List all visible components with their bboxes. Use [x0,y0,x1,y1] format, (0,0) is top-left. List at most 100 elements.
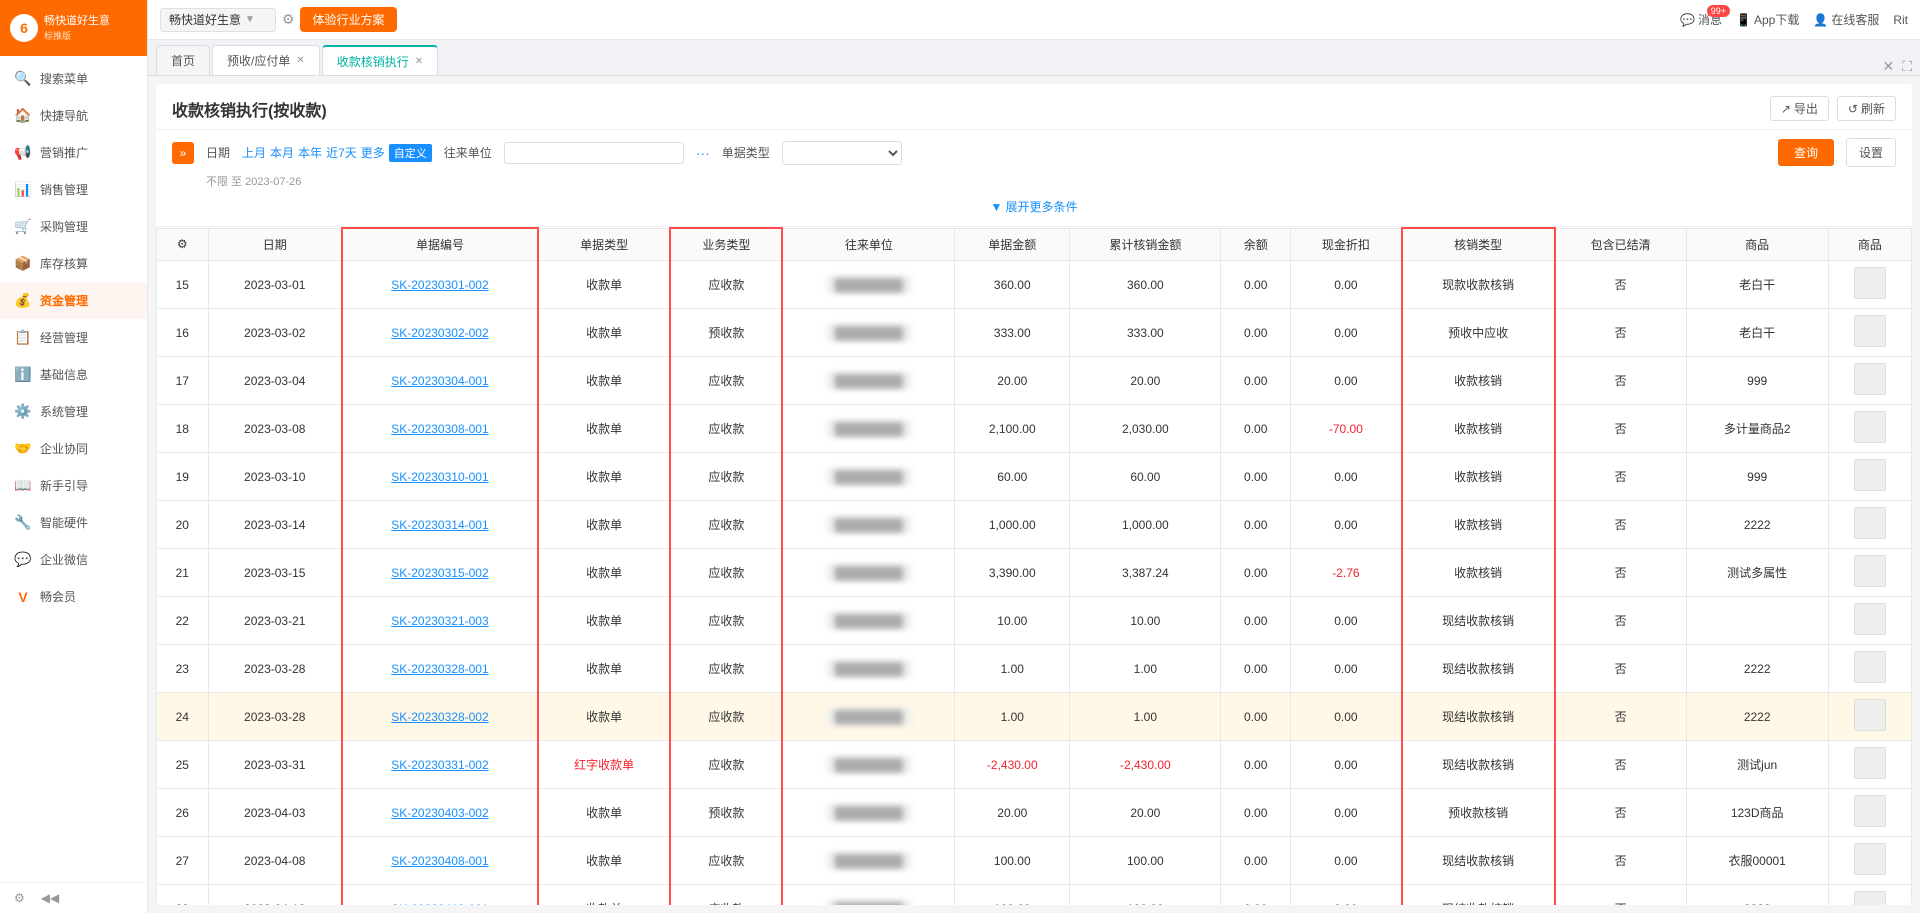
bill-no-link[interactable]: SK-20230302-002 [391,326,488,340]
cell-bill-type: 收款单 [538,597,670,645]
export-button[interactable]: ↗ 导出 [1770,96,1829,121]
filter-date-more[interactable]: 更多 [361,144,385,161]
filter-date-7days[interactable]: 近7天 [326,144,357,161]
filter-toggle-button[interactable]: » [172,142,194,164]
cell-no: 23 [157,645,209,693]
tab-verify[interactable]: 收款核销执行 ✕ [322,45,438,75]
bill-no-link[interactable]: SK-20230314-001 [391,518,488,532]
refresh-button[interactable]: ↺ 刷新 [1837,96,1896,121]
sidebar-item-guide[interactable]: 📖 新手引导 [0,467,147,504]
search-icon: 🔍 [14,70,32,87]
cell-date: 2023-03-21 [208,597,342,645]
sidebar-item-purchase[interactable]: 🛒 采购管理 [0,208,147,245]
settings-button[interactable]: 设置 [1846,138,1896,167]
export-icon: ↗ [1781,102,1791,116]
sidebar-item-basic[interactable]: ℹ️ 基础信息 [0,356,147,393]
bill-no-link[interactable]: SK-20230301-002 [391,278,488,292]
cell-verify-type: 现结收款核销 [1402,645,1555,693]
sidebar-item-hardware[interactable]: 🔧 智能硬件 [0,504,147,541]
topbar-dropdown-icon[interactable]: ▼ [245,14,255,25]
sidebar-item-marketing[interactable]: 📢 营销推广 [0,134,147,171]
tab-verify-close[interactable]: ✕ [415,56,423,67]
sidebar-item-search[interactable]: 🔍 搜索菜单 [0,60,147,97]
bill-no-link[interactable]: SK-20230328-001 [391,662,488,676]
bill-no-link[interactable]: SK-20230403-002 [391,806,488,820]
filter-date-this-month[interactable]: 本月 [270,144,294,161]
bill-no-link[interactable]: SK-20230408-001 [391,854,488,868]
query-button[interactable]: 查询 [1778,139,1834,166]
filter-partner-dots[interactable]: ··· [696,145,710,161]
app-icon: 📱 [1736,13,1751,27]
sidebar-gear-btn[interactable]: ⚙ [14,891,25,905]
cell-product: 123D商品 [1686,789,1828,837]
sidebar-item-member[interactable]: V 畅会员 [0,578,147,615]
cell-date: 2023-04-03 [208,789,342,837]
cell-no: 17 [157,357,209,405]
bill-no-link[interactable]: SK-20230308-001 [391,422,488,436]
cell-balance: 0.00 [1221,405,1291,453]
cell-include-cleared: 否 [1555,501,1687,549]
topbar-gear-icon[interactable]: ⚙ [282,11,295,28]
filter-date-last-month[interactable]: 上月 [242,144,266,161]
filter-row-1: » 日期 上月 本月 本年 近7天 更多 自定义 往来单位 ··· 单据类型 [172,138,1896,167]
app-download-button[interactable]: 📱 App下载 [1736,11,1799,28]
bill-no-link[interactable]: SK-20230321-003 [391,614,488,628]
sidebar-item-finance[interactable]: 💰 资金管理 [0,282,147,319]
sidebar-item-operations[interactable]: 📋 经营管理 [0,319,147,356]
tab-prepay-close[interactable]: ✕ [296,55,304,66]
cell-verified-amount: 60.00 [1070,453,1221,501]
filter-partner-input[interactable] [504,142,684,164]
th-settings[interactable]: ⚙ [157,228,209,261]
cell-verify-type: 收款核销 [1402,405,1555,453]
cell-bill-no: SK-20230418-001 [342,885,538,906]
cell-bill-no: SK-20230403-002 [342,789,538,837]
purchase-icon: 🛒 [14,218,32,235]
cell-verified-amount: 1,000.00 [1070,501,1221,549]
bill-no-link[interactable]: SK-20230328-002 [391,710,488,724]
cell-no: 19 [157,453,209,501]
cell-balance: 0.00 [1221,597,1291,645]
cell-verify-type: 预收款核销 [1402,789,1555,837]
cell-bill-type: 收款单 [538,693,670,741]
messages-button[interactable]: 💬 消息 99+ [1680,11,1722,28]
bill-no-link[interactable]: SK-20230304-001 [391,374,488,388]
cell-bill-amount: 360.00 [955,261,1070,309]
user-name[interactable]: Rit [1893,13,1908,27]
cell-no: 21 [157,549,209,597]
sidebar-item-system[interactable]: ⚙️ 系统管理 [0,393,147,430]
cell-include-cleared: 否 [1555,789,1687,837]
sidebar-item-enterprise[interactable]: 🤝 企业协同 [0,430,147,467]
tabbar-close-all-icon[interactable]: ✕ [1882,58,1894,75]
th-product2: 商品 [1828,228,1911,261]
filter-date-custom[interactable]: 自定义 [389,144,432,162]
basic-icon: ℹ️ [14,366,32,383]
cell-verify-type: 现结收款核销 [1402,693,1555,741]
cell-date: 2023-03-04 [208,357,342,405]
filter-bill-type-select[interactable] [782,141,902,165]
bill-no-link[interactable]: SK-20230310-001 [391,470,488,484]
sidebar-item-inventory[interactable]: 📦 库存核算 [0,245,147,282]
cell-include-cleared: 否 [1555,405,1687,453]
filter-bar: » 日期 上月 本月 本年 近7天 更多 自定义 往来单位 ··· 单据类型 [156,130,1912,227]
tab-prepay[interactable]: 预收/应付单 ✕ [212,45,320,75]
tabbar-expand-icon[interactable]: ⛶ [1902,58,1912,75]
online-service-button[interactable]: 👤 在线客服 [1813,11,1879,28]
tab-home[interactable]: 首页 [156,45,210,75]
bill-no-link[interactable]: SK-20230315-002 [391,566,488,580]
solution-button[interactable]: 体验行业方案 [300,7,396,32]
bill-no-link[interactable]: SK-20230418-001 [391,902,488,906]
sidebar-logo: 6 畅快道好生意 标推版 [0,0,147,56]
cell-no: 26 [157,789,209,837]
filter-expand-button[interactable]: ▼ 展开更多条件 [991,198,1078,215]
sidebar-item-sales[interactable]: 📊 销售管理 [0,171,147,208]
bill-no-link[interactable]: SK-20230331-002 [391,758,488,772]
tabbar: 首页 预收/应付单 ✕ 收款核销执行 ✕ ✕ ⛶ [148,40,1920,76]
filter-date-this-year[interactable]: 本年 [298,144,322,161]
cell-no: 15 [157,261,209,309]
table-wrapper[interactable]: ⚙ 日期 单据编号 单据类型 业务类型 往来单位 单据金额 累计核销金额 余额 … [156,227,1912,905]
cell-biz-type: 应收款 [670,405,782,453]
sidebar-collapse-btn[interactable]: ◀◀ [41,891,59,905]
enterprise-icon: 🤝 [14,440,32,457]
sidebar-item-quicknav[interactable]: 🏠 快捷导航 [0,97,147,134]
sidebar-item-wechat[interactable]: 💬 企业微信 [0,541,147,578]
